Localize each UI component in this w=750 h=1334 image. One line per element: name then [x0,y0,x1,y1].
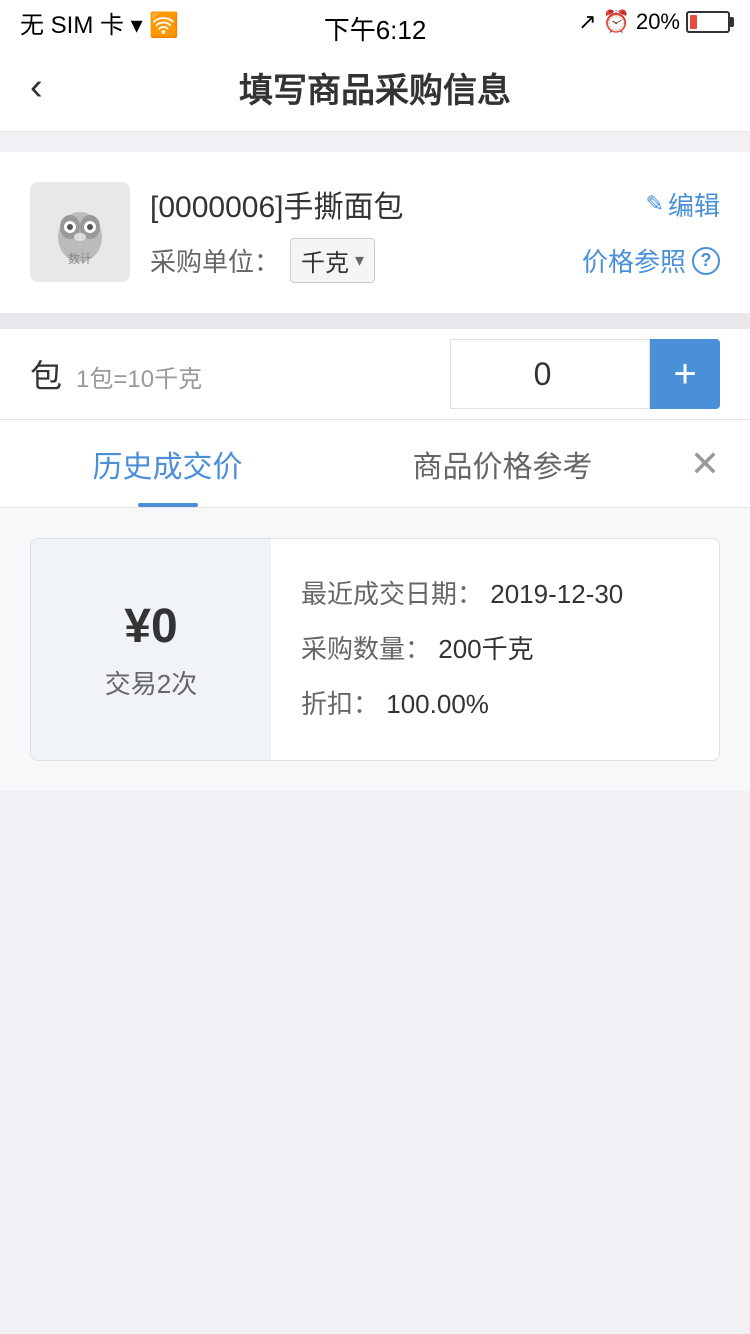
close-button[interactable]: ✕ [670,420,750,507]
price-reference-link[interactable]: 价格参照 ? [582,242,720,279]
product-card: 数计 [0000006]手撕面包 ✎ 编辑 采购单位： 千克 ▾ [0,152,750,313]
battery-percent: 20% [636,9,680,35]
location-icon: ↗ [578,9,596,35]
trade-card-price-section: ¥0 交易2次 [31,539,271,760]
status-time: 下午6:12 [324,10,427,47]
tab-bar: 历史成交价 商品价格参考 ✕ [0,420,750,508]
edit-icon: ✎ [646,191,664,217]
svg-text:数计: 数计 [68,251,92,266]
product-info: [0000006]手撕面包 ✎ 编辑 采购单位： 千克 ▾ 价格参照 [150,182,720,283]
sim-text: 无 SIM 卡 ▾ 🛜 [20,5,179,40]
trade-card-container: ¥0 交易2次 最近成交日期： 2019-12-30 采购数量： 200千克 折… [0,508,750,791]
tab-price-reference[interactable]: 商品价格参考 [335,420,670,507]
purchase-qty-value: 200千克 [438,634,533,664]
quantity-unit: 包 [30,351,62,397]
status-bar: 无 SIM 卡 ▾ 🛜 下午6:12 ↗ ⏰ 20% [0,0,750,44]
dropdown-arrow-icon: ▾ [355,250,364,271]
trade-price: ¥0 [124,599,177,654]
nav-bar: ‹ 填写商品采购信息 [0,44,750,132]
purchase-qty-row: 采购数量： 200千克 [301,630,689,669]
back-button[interactable]: ‹ [20,56,53,119]
quantity-label: 包 1包=10千克 [30,351,202,397]
tab-history-price[interactable]: 历史成交价 [0,420,335,507]
recent-date-label: 最近成交日期： [301,579,483,609]
edit-button[interactable]: ✎ 编辑 [646,186,720,223]
product-thumbnail: 数计 [30,182,130,282]
battery-fill [690,15,697,29]
unit-label: 采购单位： 千克 ▾ [150,238,375,283]
quantity-conversion: 1包=10千克 [76,359,202,394]
section-divider [0,313,750,329]
battery-icon [686,11,730,33]
help-icon: ? [692,247,720,275]
unit-select-button[interactable]: 千克 ▾ [290,238,375,283]
product-title-row: [0000006]手撕面包 ✎ 编辑 [150,182,720,226]
trade-count: 交易2次 [105,664,197,701]
discount-label: 折扣： [301,689,379,719]
status-left: 无 SIM 卡 ▾ 🛜 [20,5,179,40]
quantity-row: 包 1包=10千克 + [0,329,750,419]
recent-date-row: 最近成交日期： 2019-12-30 [301,575,689,614]
purchase-qty-label: 采购数量： [301,634,431,664]
quantity-input[interactable] [450,339,650,409]
quantity-input-group: + [450,339,720,409]
recent-date-value: 2019-12-30 [490,579,623,609]
status-right: ↗ ⏰ 20% [578,9,730,35]
owl-logo: 数计 [45,197,115,267]
page-title: 填写商品采购信息 [239,63,511,112]
discount-row: 折扣： 100.00% [301,685,689,724]
product-name: [0000006]手撕面包 [150,182,403,226]
product-header: 数计 [0000006]手撕面包 ✎ 编辑 采购单位： 千克 ▾ [30,182,720,283]
product-unit-row: 采购单位： 千克 ▾ 价格参照 ? [150,238,720,283]
discount-value: 100.00% [386,689,489,719]
alarm-icon: ⏰ [603,9,630,35]
quantity-plus-button[interactable]: + [650,339,720,409]
bottom-panel: 历史成交价 商品价格参考 ✕ ¥0 交易2次 最近成交日期： 2019-12-3… [0,419,750,791]
trade-card: ¥0 交易2次 最近成交日期： 2019-12-30 采购数量： 200千克 折… [30,538,720,761]
trade-card-details-section: 最近成交日期： 2019-12-30 采购数量： 200千克 折扣： 100.0… [271,539,719,760]
